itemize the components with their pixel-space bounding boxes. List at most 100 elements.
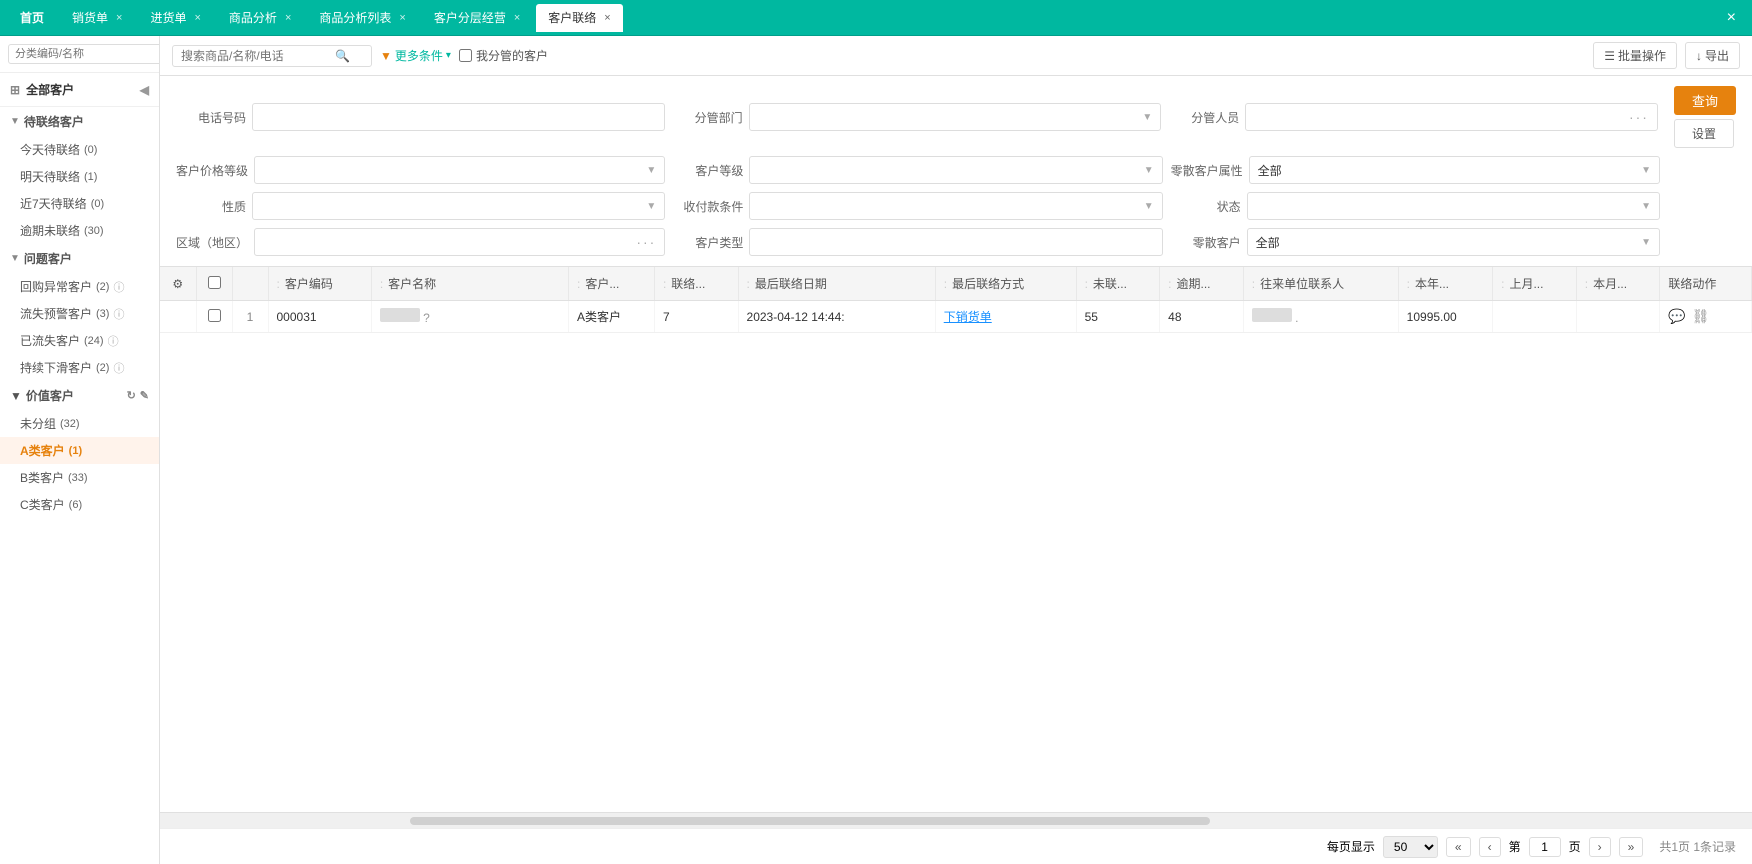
close-all-button[interactable]: × <box>1719 9 1744 27</box>
row-checkbox[interactable] <box>208 309 221 322</box>
a-customers-badge: (1) <box>69 445 82 457</box>
tab-purchase[interactable]: 进货单 × <box>138 4 212 32</box>
sidebar-search-input[interactable] <box>8 44 160 64</box>
filter-row-4: 区域（地区） ··· 客户类型 零散客户 全部 ▼ <box>176 228 1736 256</box>
tab-goods-analysis[interactable]: 商品分析 × <box>217 4 303 32</box>
col-last-method[interactable]: : 最后联络方式 <box>935 267 1076 301</box>
total-records-label: 共1页 1条记录 <box>1659 838 1736 855</box>
sidebar-item-week-pending[interactable]: 近7天待联络 (0) <box>0 190 159 217</box>
sidebar-item-loss-warning[interactable]: 流失预警客户 (3) ⓘ <box>0 300 159 327</box>
row-category: A类客户 <box>569 301 655 333</box>
sidebar: 🔍 ⊞ 全部客户 ◀ ▼ 待联络客户 今天待联络 (0) 明天待联络 (1) 近… <box>0 36 160 864</box>
col-unit-contact[interactable]: : 往来单位联系人 <box>1243 267 1398 301</box>
last-page-button[interactable]: » <box>1619 837 1644 857</box>
filter-search-input[interactable] <box>181 49 331 63</box>
export-icon: ↓ <box>1696 49 1702 63</box>
tab-goods-analysis-list[interactable]: 商品分析列表 × <box>307 4 417 32</box>
loss-warning-info-icon[interactable]: ⓘ <box>113 306 124 322</box>
region-select[interactable]: ··· <box>254 228 665 256</box>
tab-goods-analysis-close[interactable]: × <box>285 12 291 24</box>
sidebar-item-b-customers[interactable]: B类客户 (33) <box>0 464 159 491</box>
my-customers-checkbox[interactable] <box>459 49 472 62</box>
tab-customer-segment-close[interactable]: × <box>514 12 520 24</box>
page-number-input[interactable] <box>1529 837 1561 857</box>
settings-button[interactable]: 设置 <box>1674 119 1734 148</box>
sidebar-item-tomorrow-pending[interactable]: 明天待联络 (1) <box>0 163 159 190</box>
edit-icon[interactable]: ✎ <box>140 389 149 402</box>
page-size-select[interactable]: 50 100 200 <box>1383 836 1438 858</box>
scroll-track[interactable] <box>410 817 1210 825</box>
nature-select[interactable]: ▼ <box>252 192 665 220</box>
refresh-icon[interactable]: ↻ <box>127 389 136 402</box>
tab-customer-segment[interactable]: 客户分层经营 × <box>422 4 532 32</box>
status-select[interactable]: ▼ <box>1247 192 1660 220</box>
sidebar-item-c-customers[interactable]: C类客户 (6) <box>0 491 159 518</box>
repurchase-abnormal-label: 回购异常客户 <box>20 278 92 295</box>
retail-customer-select[interactable]: 全部 ▼ <box>1247 228 1660 256</box>
retail-attr-select[interactable]: 全部 ▼ <box>1249 156 1660 184</box>
sidebar-value-group[interactable]: ▼ 价值客户 ↻ ✎ <box>0 381 159 410</box>
col-last-date[interactable]: : 最后联络日期 <box>738 267 935 301</box>
first-page-button[interactable]: « <box>1446 837 1471 857</box>
person-select[interactable]: ··· <box>1245 103 1658 131</box>
col-overdue[interactable]: : 逾期... <box>1160 267 1244 301</box>
col-last-month[interactable]: : 上月... <box>1493 267 1577 301</box>
col-code[interactable]: : 客户编码 <box>268 267 371 301</box>
sidebar-item-repurchase-abnormal[interactable]: 回购异常客户 (2) ⓘ <box>0 273 159 300</box>
col-this-month[interactable]: : 本月... <box>1576 267 1660 301</box>
select-all-checkbox[interactable] <box>208 276 221 289</box>
tab-goods-analysis-list-close[interactable]: × <box>399 12 405 24</box>
col-no-contact[interactable]: : 未联... <box>1076 267 1160 301</box>
tab-customer-contact-label: 客户联络 <box>548 9 596 26</box>
lost-info-icon[interactable]: ⓘ <box>108 333 119 349</box>
sidebar-item-a-customers[interactable]: A类客户 (1) <box>0 437 159 464</box>
more-filters-button[interactable]: ▼ 更多条件 ▾ <box>380 47 451 64</box>
col-name[interactable]: : 客户名称 <box>371 267 568 301</box>
repurchase-info-icon[interactable]: ⓘ <box>113 279 124 295</box>
tab-home[interactable]: 首页 <box>8 4 56 32</box>
customer-type-input[interactable] <box>749 228 1162 256</box>
sidebar-item-declining[interactable]: 持续下滑客户 (2) ⓘ <box>0 354 159 381</box>
tab-purchase-close[interactable]: × <box>194 12 200 24</box>
next-page-button[interactable]: › <box>1589 837 1611 857</box>
filter-search-icon[interactable]: 🔍 <box>335 49 350 63</box>
retail-attr-value: 全部 <box>1258 162 1282 179</box>
last-method-link[interactable]: 下销货单 <box>944 310 992 324</box>
tab-sales-close[interactable]: × <box>116 12 122 24</box>
col-contacts[interactable]: : 联络... <box>654 267 738 301</box>
content-area: 🔍 ▼ 更多条件 ▾ 我分管的客户 ☰ 批量操作 ↓ 导出 <box>160 36 1752 864</box>
sidebar-item-overdue-contact[interactable]: 逾期未联络 (30) <box>0 217 159 244</box>
row-last-month <box>1493 301 1577 333</box>
sidebar-problem-group[interactable]: ▼ 问题客户 <box>0 244 159 273</box>
gear-icon[interactable]: ⚙ <box>172 277 183 291</box>
message-icon[interactable]: 💬 <box>1668 308 1685 325</box>
payment-select[interactable]: ▼ <box>749 192 1162 220</box>
batch-operation-button[interactable]: ☰ 批量操作 <box>1593 42 1677 69</box>
link-icon[interactable]: ⛓ <box>1692 308 1710 325</box>
sidebar-item-today-pending[interactable]: 今天待联络 (0) <box>0 136 159 163</box>
prev-page-button[interactable]: ‹ <box>1479 837 1501 857</box>
customer-level-select[interactable]: ▼ <box>749 156 1162 184</box>
batch-label: 批量操作 <box>1618 47 1666 64</box>
c-customers-badge: (6) <box>69 499 82 511</box>
dept-select[interactable]: ▼ <box>749 103 1162 131</box>
tab-customer-contact-close[interactable]: × <box>604 12 610 24</box>
col-category-label: 客户... <box>585 275 619 292</box>
query-button[interactable]: 查询 <box>1674 86 1736 115</box>
sidebar-pending-group[interactable]: ▼ 待联络客户 <box>0 107 159 136</box>
col-category[interactable]: : 客户... <box>569 267 655 301</box>
export-button[interactable]: ↓ 导出 <box>1685 42 1740 69</box>
price-level-select[interactable]: ▼ <box>254 156 665 184</box>
horizontal-scrollbar[interactable] <box>160 812 1752 828</box>
declining-info-icon[interactable]: ⓘ <box>113 360 124 376</box>
tab-customer-contact[interactable]: 客户联络 × <box>536 4 622 32</box>
col-this-year[interactable]: : 本年... <box>1398 267 1492 301</box>
sidebar-item-lost-customers[interactable]: 已流失客户 (24) ⓘ <box>0 327 159 354</box>
phone-input[interactable] <box>252 103 665 131</box>
col-gear[interactable]: ⚙ <box>160 267 196 301</box>
tab-sales[interactable]: 销货单 × <box>60 4 134 32</box>
sidebar-item-unclassified[interactable]: 未分组 (32) <box>0 410 159 437</box>
sidebar-collapse-icon[interactable]: ◀ <box>140 83 149 97</box>
filter-icon: ▼ <box>380 49 392 63</box>
sidebar-all-customers-header[interactable]: ⊞ 全部客户 ◀ <box>0 73 159 107</box>
